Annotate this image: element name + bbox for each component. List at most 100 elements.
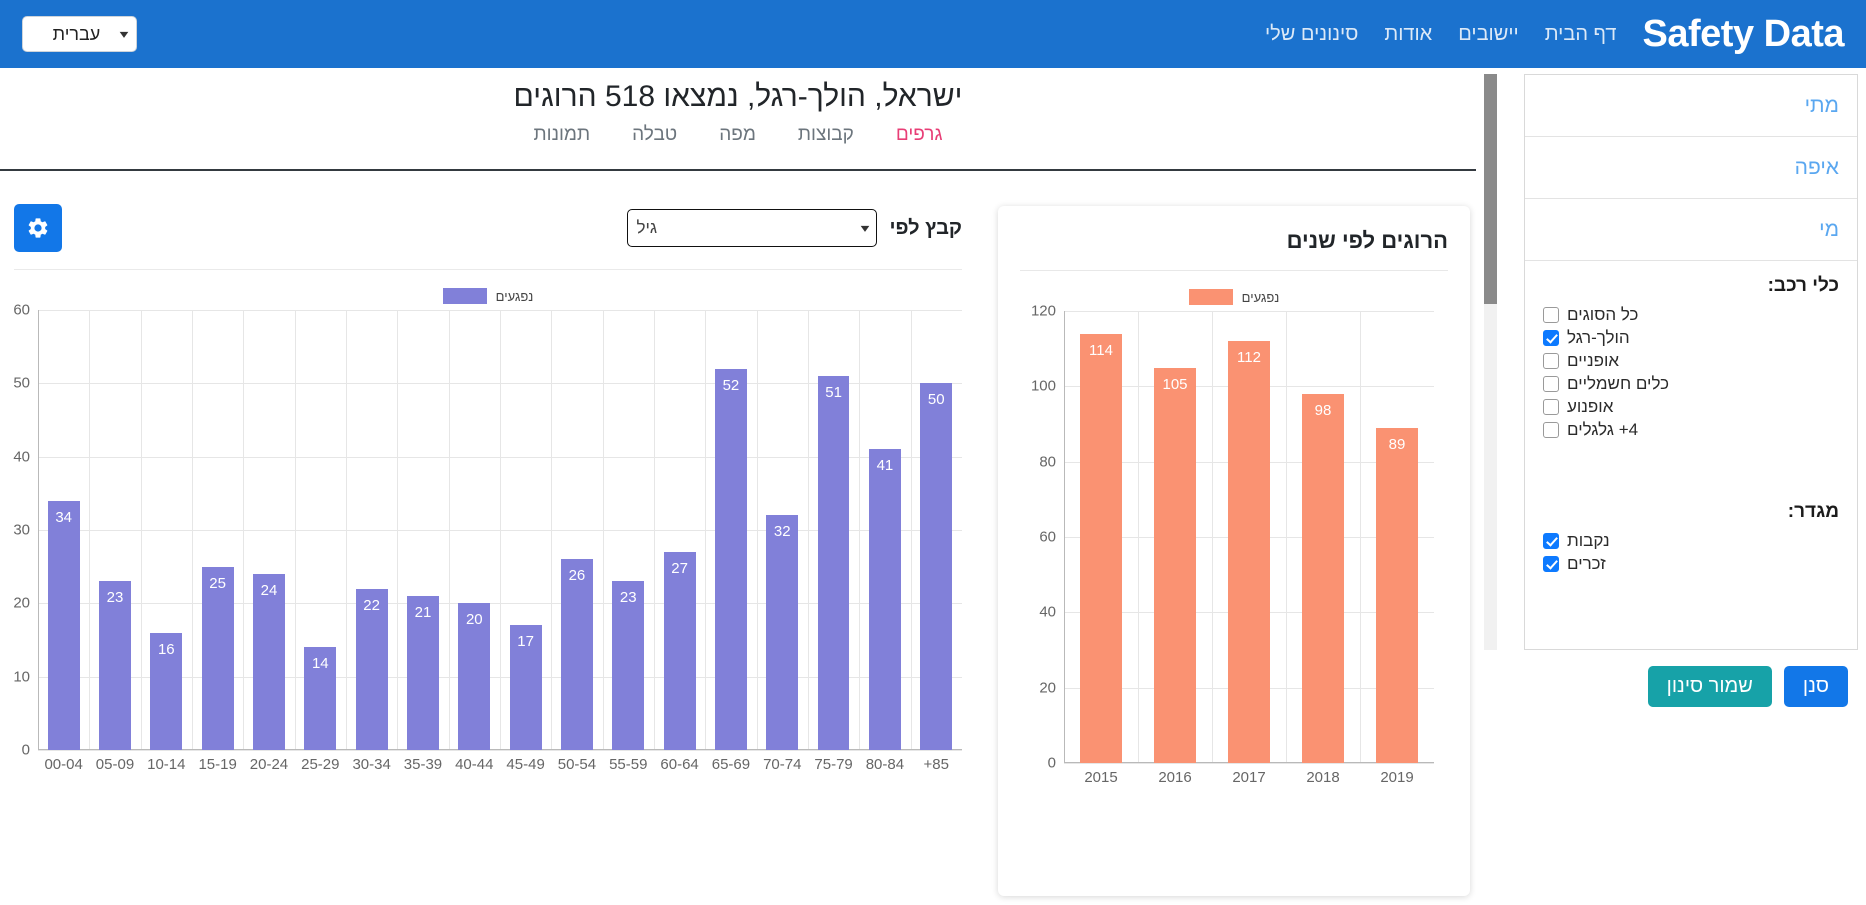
- checkbox-row-all-types[interactable]: כל הסוגים: [1543, 305, 1839, 325]
- y-axis-tick: 60: [13, 301, 30, 319]
- years-plot: 0 20 40 60 80 100 120 114 105 112 98 89: [1031, 303, 1434, 772]
- bar-value-label: 22: [363, 596, 380, 614]
- vehicle-filter-section: כלי רכב: כל הסוגים הולך-רגל אופניים כלים…: [1525, 261, 1857, 447]
- bar[interactable]: 34: [47, 500, 80, 750]
- checkbox-row-four-plus-wheels[interactable]: 4+ גלגלים: [1543, 420, 1839, 440]
- checkbox-label: אופניים: [1567, 351, 1620, 370]
- filter-sections-spacer: [1525, 447, 1857, 487]
- checkbox-label: הולך-רגל: [1567, 328, 1630, 347]
- sidebar-item-when[interactable]: מתי: [1525, 75, 1857, 137]
- groupby-value: גיל: [636, 218, 658, 237]
- tab-map[interactable]: מפה: [719, 124, 756, 146]
- groupby-select[interactable]: ▾ גיל: [627, 209, 878, 247]
- bar-slot: 14: [295, 310, 346, 750]
- bar[interactable]: 98: [1301, 393, 1345, 763]
- x-axis-tick: 65-69: [711, 756, 751, 773]
- brand-logo[interactable]: Safety Data: [1643, 13, 1845, 56]
- checkbox-bicycle[interactable]: [1543, 353, 1559, 369]
- checkbox-four-plus-wheels[interactable]: [1543, 422, 1559, 438]
- checkbox-row-male[interactable]: זכרים: [1543, 554, 1839, 574]
- bar[interactable]: 41: [869, 449, 901, 750]
- bar-value-label: 89: [1388, 435, 1406, 453]
- checkbox-all-types[interactable]: [1543, 307, 1559, 323]
- save-filter-button[interactable]: שמור סינון: [1647, 666, 1772, 707]
- bar-value-label: 16: [157, 640, 175, 658]
- nav-link-about[interactable]: אודות: [1384, 23, 1432, 46]
- bar-slot: 98: [1286, 311, 1360, 763]
- x-axis-tick: 35-39: [403, 756, 443, 773]
- bar[interactable]: 27: [663, 552, 696, 750]
- tab-groups[interactable]: קבוצות: [798, 124, 854, 146]
- bar[interactable]: 89: [1375, 427, 1419, 763]
- bar[interactable]: 51: [817, 376, 850, 750]
- bar-value-label: 20: [465, 611, 483, 629]
- sidebar-scrollbar-thumb[interactable]: [1484, 74, 1497, 304]
- bar[interactable]: 52: [715, 368, 747, 750]
- bar[interactable]: 105: [1153, 367, 1197, 763]
- bar[interactable]: 21: [407, 596, 439, 750]
- checkbox-pedestrian[interactable]: [1543, 330, 1559, 346]
- bar[interactable]: 14: [304, 647, 337, 750]
- checkbox-female[interactable]: [1543, 533, 1559, 549]
- bar-value-label: 114: [1089, 341, 1113, 359]
- bar[interactable]: 114: [1079, 333, 1123, 763]
- checkbox-row-bicycle[interactable]: אופניים: [1543, 351, 1839, 371]
- y-axis-tick: 30: [13, 521, 30, 539]
- filters-sidebar: מתי איפה מי כלי רכב: כל הסוגים הולך-רגל …: [1476, 68, 1866, 905]
- bar-slot: 23: [89, 310, 140, 750]
- checkbox-electric[interactable]: [1543, 376, 1559, 392]
- tab-table[interactable]: טבלה: [632, 124, 677, 146]
- header-divider: [0, 169, 1476, 171]
- x-axis-tick: 75-79: [814, 756, 853, 773]
- y-axis-tick: 0: [21, 741, 30, 759]
- bar[interactable]: 23: [612, 581, 645, 750]
- x-axis-tick: 2015: [1084, 769, 1118, 786]
- checkbox-row-motorcycle[interactable]: אופנוע: [1543, 397, 1839, 417]
- bar[interactable]: 112: [1227, 341, 1271, 763]
- checkbox-label: כל הסוגים: [1567, 305, 1639, 324]
- checkbox-male[interactable]: [1543, 556, 1559, 572]
- language-select[interactable]: ▾ עברית: [22, 16, 137, 52]
- tab-images[interactable]: תמונות: [534, 124, 591, 146]
- checkbox-row-pedestrian[interactable]: הולך-רגל: [1543, 328, 1839, 348]
- bar[interactable]: 17: [509, 625, 542, 750]
- bar-value-label: 25: [209, 574, 226, 592]
- page-header: ישראל, הולך-רגל, נמצאו 518 הרוגים גרפים …: [0, 68, 1476, 171]
- bar[interactable]: 23: [99, 581, 131, 750]
- bar-slot: 50: [911, 310, 962, 750]
- tab-graphs[interactable]: גרפים: [896, 124, 943, 146]
- years-chart-card: הרוגים לפי שנים נפגעים 0 20 40 60 80 100 120 11…: [998, 206, 1470, 896]
- bar[interactable]: 32: [766, 515, 799, 750]
- checkbox-row-female[interactable]: נקבות: [1543, 531, 1839, 551]
- bar[interactable]: 20: [458, 603, 491, 750]
- years-legend-swatch: [1188, 289, 1233, 305]
- apply-filter-button[interactable]: סנן: [1783, 666, 1848, 707]
- ages-plot: 0 10 20 30 40 50 60 34 23 16 25 24 14 22 21 20 17 26 23 27 5…: [13, 302, 962, 759]
- x-axis-tick: 2016: [1158, 769, 1192, 786]
- bar-value-label: 52: [722, 376, 740, 394]
- sidebar-item-who[interactable]: מי: [1525, 199, 1857, 261]
- chart-settings-button[interactable]: [14, 204, 62, 252]
- gender-filter-section: מגדר: נקבות זכרים: [1525, 487, 1857, 581]
- nav-link-home[interactable]: דף הבית: [1545, 23, 1617, 46]
- bar[interactable]: 24: [253, 574, 285, 750]
- checkbox-row-electric[interactable]: כלים חשמליים: [1543, 374, 1839, 394]
- bar-slot: 26: [551, 310, 602, 750]
- bar[interactable]: 26: [561, 559, 593, 750]
- ages-toolbar: קבץ לפי ▾ גיל: [0, 185, 976, 261]
- checkbox-motorcycle[interactable]: [1543, 399, 1559, 415]
- bar[interactable]: 25: [201, 566, 234, 750]
- vehicle-filter-heading: כלי רכב:: [1767, 275, 1839, 296]
- bar[interactable]: 22: [355, 588, 388, 750]
- x-axis-tick: 15-19: [198, 756, 237, 773]
- x-axis-tick: 55-59: [609, 756, 648, 773]
- nav-link-towns[interactable]: יישובים: [1458, 23, 1519, 46]
- language-value: עברית: [52, 23, 101, 44]
- bar-value-label: 26: [568, 567, 586, 585]
- bar[interactable]: 16: [150, 632, 183, 750]
- sidebar-item-where[interactable]: איפה: [1525, 137, 1857, 199]
- bar-value-label: 23: [619, 589, 637, 607]
- bar-value-label: 24: [260, 582, 278, 599]
- nav-link-my-filters[interactable]: סינונים שלי: [1265, 23, 1358, 46]
- bar[interactable]: 50: [920, 383, 953, 750]
